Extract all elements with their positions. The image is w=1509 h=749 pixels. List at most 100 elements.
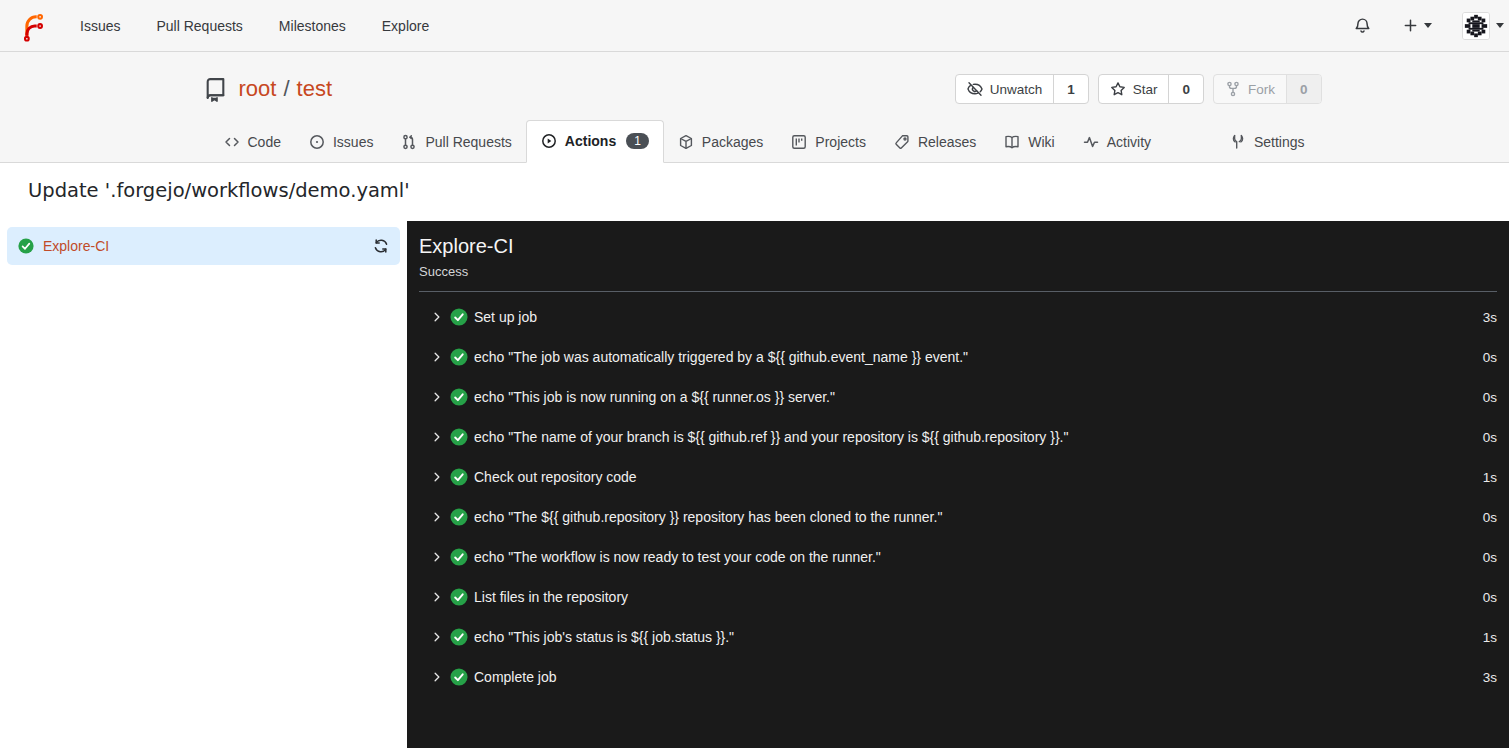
step-duration: 1s	[1483, 470, 1497, 485]
tab-settings[interactable]: Settings	[1216, 122, 1314, 163]
chevron-right-icon	[431, 431, 443, 443]
refresh-icon[interactable]	[373, 238, 389, 254]
step-duration: 0s	[1483, 550, 1497, 565]
step-row[interactable]: echo "This job is now running on a ${{ r…	[407, 377, 1509, 417]
repo-header: root / test Unwatch 1	[0, 52, 1509, 163]
step-success-icon	[450, 348, 468, 366]
navbar: Issues Pull Requests Milestones Explore	[0, 0, 1509, 52]
step-duration: 3s	[1483, 310, 1497, 325]
step-row[interactable]: echo "The ${{ github.repository }} repos…	[407, 497, 1509, 537]
step-row[interactable]: echo "The name of your branch is ${{ git…	[407, 417, 1509, 457]
forks-count[interactable]: 0	[1286, 75, 1321, 103]
step-row[interactable]: Complete job 3s	[407, 657, 1509, 697]
repo-action-buttons: Unwatch 1 Star 0	[955, 74, 1322, 104]
stars-count[interactable]: 0	[1168, 75, 1203, 103]
watchers-count[interactable]: 1	[1053, 75, 1088, 103]
chevron-right-icon	[431, 591, 443, 603]
step-duration: 0s	[1483, 430, 1497, 445]
step-duration: 0s	[1483, 590, 1497, 605]
tab-activity[interactable]: Activity	[1069, 122, 1165, 163]
step-name: echo "The workflow is now ready to test …	[474, 549, 881, 565]
nav-milestones[interactable]: Milestones	[261, 18, 364, 34]
actions-count-badge: 1	[626, 133, 649, 149]
star-icon	[1110, 81, 1126, 97]
avatar	[1462, 12, 1490, 40]
run-title: Update '.forgejo/workflows/demo.yaml'	[0, 163, 1509, 221]
step-success-icon	[450, 388, 468, 406]
step-row[interactable]: echo "The workflow is now ready to test …	[407, 537, 1509, 577]
star-button[interactable]: Star	[1099, 75, 1169, 103]
step-duration: 1s	[1483, 630, 1497, 645]
step-success-icon	[450, 308, 468, 326]
nav-issues[interactable]: Issues	[62, 18, 138, 34]
project-board-icon	[791, 134, 807, 150]
eye-off-icon	[967, 81, 983, 97]
tab-releases[interactable]: Releases	[880, 122, 990, 163]
star-button-group: Star 0	[1098, 74, 1204, 104]
step-success-icon	[450, 628, 468, 646]
chevron-right-icon	[431, 671, 443, 683]
tab-code[interactable]: Code	[210, 122, 295, 163]
forgejo-logo[interactable]	[16, 8, 52, 44]
step-success-icon	[450, 428, 468, 446]
tab-label: Wiki	[1028, 134, 1054, 150]
job-item-explore-ci[interactable]: Explore-CI	[7, 227, 400, 265]
tab-issues[interactable]: Issues	[295, 122, 387, 163]
jobs-sidebar: Explore-CI	[7, 221, 400, 748]
notifications-bell-icon[interactable]	[1354, 17, 1371, 34]
fork-button[interactable]: Fork	[1214, 75, 1286, 103]
chevron-down-icon	[1496, 23, 1504, 28]
step-name: echo "The ${{ github.repository }} repos…	[474, 509, 942, 525]
step-name: echo "This job is now running on a ${{ r…	[474, 389, 835, 405]
step-name: List files in the repository	[474, 589, 628, 605]
repo-title-separator: /	[283, 76, 289, 102]
fork-button-group: Fork 0	[1213, 74, 1322, 104]
repo-name-link[interactable]: test	[297, 76, 332, 102]
user-menu[interactable]	[1462, 12, 1504, 40]
package-icon	[678, 134, 694, 150]
step-name: echo "The name of your branch is ${{ git…	[474, 429, 1068, 445]
chevron-down-icon	[1424, 23, 1432, 28]
navbar-right	[1354, 12, 1504, 40]
job-log-panel: Explore-CI Success Set up job 3s echo "T…	[407, 221, 1509, 748]
step-success-icon	[450, 508, 468, 526]
chevron-right-icon	[431, 471, 443, 483]
chevron-right-icon	[431, 551, 443, 563]
pulse-icon	[1083, 134, 1099, 150]
tab-wiki[interactable]: Wiki	[990, 122, 1068, 163]
tab-actions[interactable]: Actions 1	[526, 120, 664, 163]
step-row[interactable]: List files in the repository 0s	[407, 577, 1509, 617]
job-panel-header: Explore-CI Success	[407, 221, 1509, 292]
job-status: Success	[419, 264, 1497, 292]
step-duration: 3s	[1483, 670, 1497, 685]
step-row[interactable]: Check out repository code 1s	[407, 457, 1509, 497]
step-success-icon	[450, 468, 468, 486]
nav-explore[interactable]: Explore	[364, 18, 447, 34]
step-row[interactable]: echo "The job was automatically triggere…	[407, 337, 1509, 377]
create-new-button[interactable]	[1403, 18, 1432, 33]
step-name: Set up job	[474, 309, 537, 325]
step-name: Complete job	[474, 669, 557, 685]
repo-owner-link[interactable]: root	[239, 76, 277, 102]
chevron-right-icon	[431, 391, 443, 403]
job-name: Explore-CI	[43, 238, 109, 254]
fork-label: Fork	[1248, 82, 1275, 97]
step-duration: 0s	[1483, 510, 1497, 525]
code-icon	[224, 134, 240, 150]
book-open-icon	[1004, 134, 1020, 150]
tab-packages[interactable]: Packages	[664, 122, 777, 163]
tab-label: Projects	[815, 134, 866, 150]
unwatch-button[interactable]: Unwatch	[956, 75, 1054, 103]
watch-button-group: Unwatch 1	[955, 74, 1089, 104]
step-row[interactable]: echo "This job's status is ${{ job.statu…	[407, 617, 1509, 657]
tab-projects[interactable]: Projects	[777, 122, 880, 163]
chevron-right-icon	[431, 351, 443, 363]
tab-label: Actions	[565, 133, 616, 149]
tab-pull-requests[interactable]: Pull Requests	[387, 122, 525, 163]
nav-pull-requests[interactable]: Pull Requests	[138, 18, 260, 34]
step-success-icon	[450, 668, 468, 686]
repo-book-icon	[203, 77, 228, 102]
step-name: echo "This job's status is ${{ job.statu…	[474, 629, 734, 645]
step-row[interactable]: Set up job 3s	[407, 297, 1509, 337]
tab-label: Pull Requests	[425, 134, 511, 150]
